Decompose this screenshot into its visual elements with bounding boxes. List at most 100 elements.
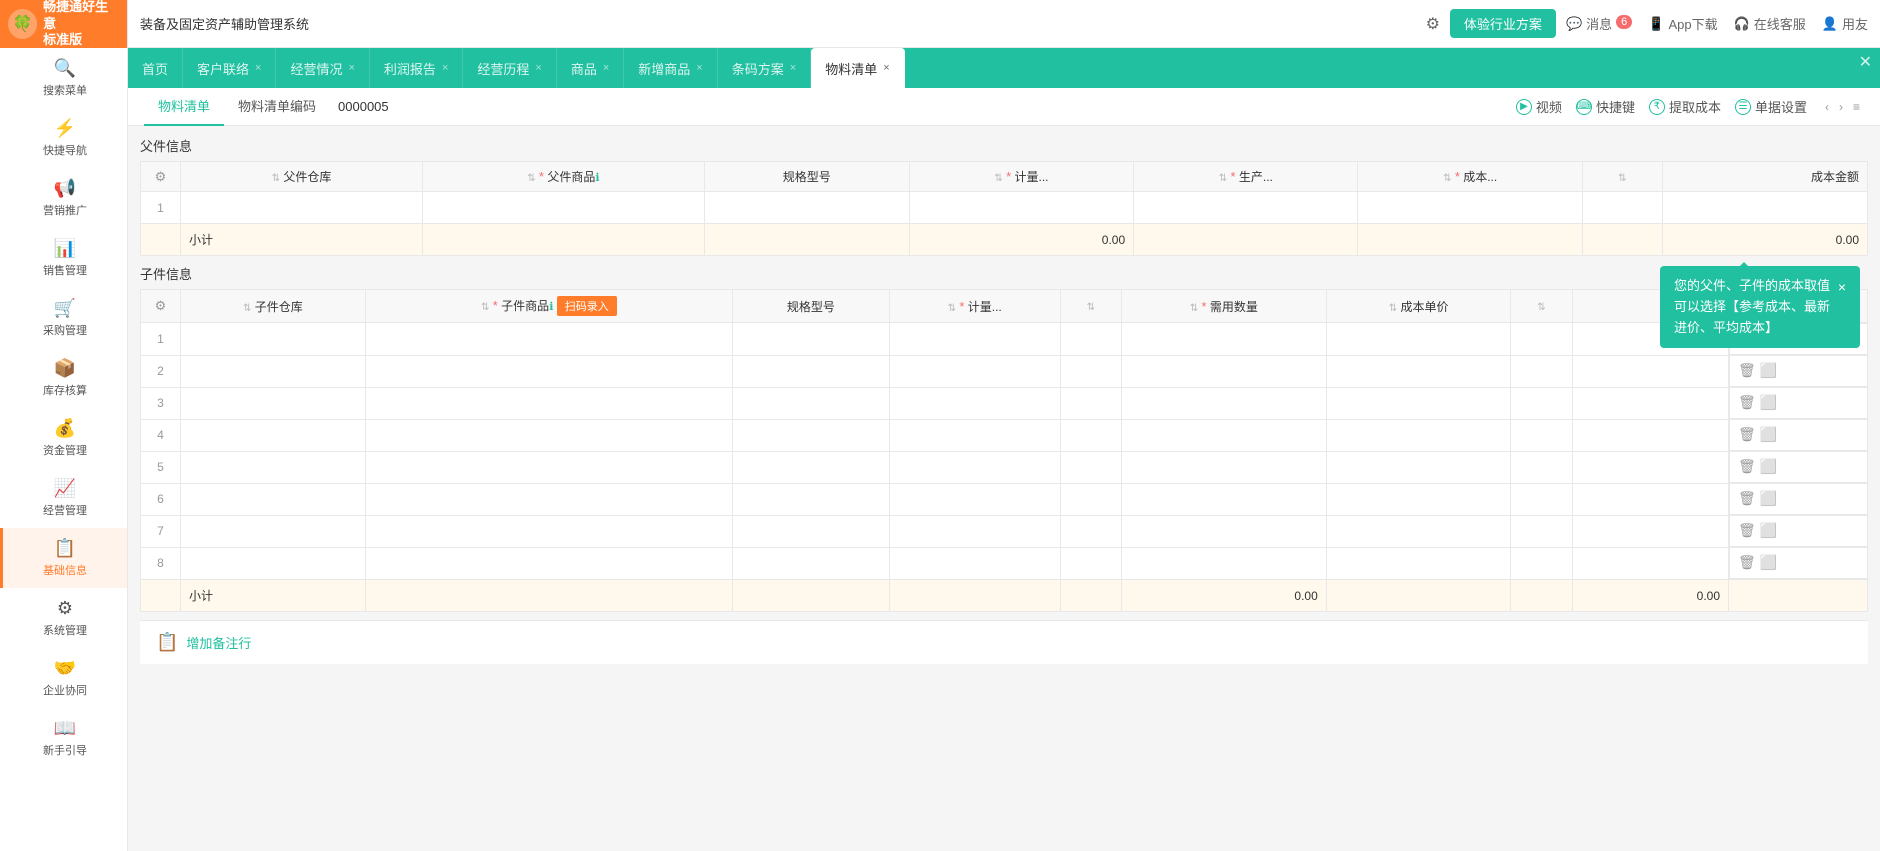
subnav-item-bill[interactable]: 物料清单 [144,88,224,126]
tab-close-icon[interactable]: × [603,62,609,74]
nav-icon: ⚡ [54,118,76,139]
parent-table: ⚙ ⇅ 父件仓库 ⇅ * 父件商品ℹ 规格型号 ⇅ * 计量... ⇅ * 生产… [140,161,1868,256]
child-row-7: 7 🗑 ⬜ [141,515,1868,547]
sidebar-nav-item-经营管理[interactable]: 📈 经营管理 [0,468,127,528]
trial-button[interactable]: 体验行业方案 [1450,9,1556,38]
app-download-label: App下载 [1668,14,1717,33]
tooltip-close-btn[interactable]: × [1838,276,1846,298]
nav-icon: 🛒 [54,298,76,319]
scan-input-button[interactable]: 扫码录入 [557,296,617,316]
tooltip-text: 您的父件、子件的成本取值可以选择【参考成本、最新进价、平均成本】 [1674,278,1830,335]
tab-close-icon[interactable]: × [442,62,448,74]
copy-icon[interactable]: ⬜ [1760,490,1777,508]
prev-page-btn[interactable]: ‹ [1821,98,1833,116]
tab-商品[interactable]: 商品 × [557,48,624,88]
nav-label: 企业协同 [43,682,87,698]
user-item[interactable]: 👤 用友 [1822,14,1868,33]
parent-subtotal-row: 小计 0.00 0.00 [141,224,1868,256]
child-th-warehouse: ⇅ 子件仓库 [181,290,366,323]
child-subtotal-row: 小计 0.00 0.00 [141,580,1868,612]
tab-客户联络[interactable]: 客户联络 × [183,48,276,88]
topbar: 装备及固定资产辅助管理系统 ⚙ 体验行业方案 💬 消息 6 📱 App下载 🎧 … [128,0,1880,48]
sidebar-nav-item-搜索菜单[interactable]: 🔍搜索菜单 [0,48,127,108]
message-label: 消息 [1586,14,1612,33]
child-row-3: 3 🗑 ⬜ [141,387,1868,419]
child-th-qty: ⇅ * 需用数量 [1121,290,1326,323]
child-th-gear[interactable]: ⚙ [141,290,181,323]
delete-icon[interactable]: 🗑 [1738,490,1756,508]
delete-icon[interactable]: 🗑 [1738,394,1756,412]
next-page-btn[interactable]: › [1835,98,1847,116]
sidebar-nav-item-库存核算[interactable]: 📦库存核算 [0,348,127,408]
delete-icon[interactable]: 🗑 [1738,426,1756,444]
tab-label: 物料清单 [825,59,877,78]
nav-icon: 📋 [54,538,76,559]
nav-label: 基础信息 [43,562,87,578]
sidebar-nav-item-系统管理[interactable]: ⚙系统管理 [0,588,127,648]
tab-close-icon[interactable]: × [790,62,796,74]
tab-close-icon[interactable]: × [535,62,541,74]
copy-icon[interactable]: ⬜ [1760,522,1777,540]
child-th-extra: ⇅ [1060,290,1121,323]
delete-icon[interactable]: 🗑 [1738,554,1756,572]
add-note-icon[interactable]: 📋 [156,632,178,653]
subnav-right-actions: ▶ 视频 ⌨ 快捷键 ₹ 提取成本 ☰ 单据设置 ‹ › ≡ [1516,97,1864,116]
sidebar-nav-item-资金管理[interactable]: 💰资金管理 [0,408,127,468]
child-th-extra2: ⇅ [1511,290,1572,323]
copy-icon[interactable]: ⬜ [1760,554,1777,572]
sidebar-nav-item-基础信息[interactable]: 📋 基础信息 [0,528,127,588]
message-badge: 6 [1616,15,1632,29]
video-action[interactable]: ▶ 视频 [1516,97,1562,116]
sidebar-nav-item-快捷导航[interactable]: ⚡快捷导航 [0,108,127,168]
nav-label: 销售管理 [43,262,87,278]
copy-icon[interactable]: ⬜ [1760,362,1777,380]
tab-首页[interactable]: 首页 [128,48,183,88]
tab-新增商品[interactable]: 新增商品 × [624,48,717,88]
menu-page-btn[interactable]: ≡ [1849,98,1864,116]
subnav-item-code[interactable]: 物料清单编码 [224,88,330,126]
sidebar-logo: 🍀 畅捷通好生意 标准版 [0,0,127,48]
tab-label: 客户联络 [197,59,249,78]
nav-icon: 🔍 [54,58,76,79]
nav-icon: 📈 [54,478,76,499]
sidebar-nav-item-营销推广[interactable]: 📢营销推广 [0,168,127,228]
sidebar-nav-item-销售管理[interactable]: 📊销售管理 [0,228,127,288]
parent-th-warehouse: ⇅ 父件仓库 [181,162,423,192]
extract-cost-action[interactable]: ₹ 提取成本 [1649,97,1721,116]
sidebar-nav-item-企业协同[interactable]: 🤝企业协同 [0,648,127,708]
tab-close-icon[interactable]: × [696,62,702,74]
tab-close-icon[interactable]: × [348,62,354,74]
logo-text: 畅捷通好生意 标准版 [43,0,119,49]
copy-icon[interactable]: ⬜ [1760,458,1777,476]
app-download-item[interactable]: 📱 App下载 [1648,14,1717,33]
bill-settings-action[interactable]: ☰ 单据设置 [1735,97,1807,116]
parent-th-amount: 成本金额 [1662,162,1867,192]
tab-条码方案[interactable]: 条码方案 × [718,48,811,88]
parent-section-title: 父件信息 [140,136,1868,155]
copy-icon[interactable]: ⬜ [1760,394,1777,412]
tab-经营情况[interactable]: 经营情况 × [276,48,369,88]
tab-close-icon[interactable]: × [883,62,889,74]
delete-icon[interactable]: 🗑 [1738,362,1756,380]
child-th-unit: ⇅ * 计量... [889,290,1060,323]
sidebar-nav-item-采购管理[interactable]: 🛒采购管理 [0,288,127,348]
tab-close-icon[interactable]: × [255,62,261,74]
hotkey-action[interactable]: ⌨ 快捷键 [1576,97,1635,116]
nav-label: 经营管理 [43,502,87,518]
settings-icon[interactable]: ⚙ [1426,14,1440,34]
online-service-item[interactable]: 🎧 在线客服 [1734,14,1806,33]
window-close-icon[interactable]: ✕ [1851,48,1880,76]
sidebar-nav-item-新手引导[interactable]: 📖新手引导 [0,708,127,768]
tab-经营历程[interactable]: 经营历程 × [463,48,556,88]
copy-icon[interactable]: ⬜ [1760,426,1777,444]
tab-利润报告[interactable]: 利润报告 × [370,48,463,88]
sidebar: 🍀 畅捷通好生意 标准版 🔍搜索菜单⚡快捷导航📢营销推广📊销售管理🛒采购管理📦库… [0,0,128,851]
parent-th-gear[interactable]: ⚙ [141,162,181,192]
tab-物料清单[interactable]: 物料清单 × [811,48,904,88]
add-note-label[interactable]: 增加备注行 [186,633,251,652]
child-section-title: 子件信息 [140,264,1868,283]
cost-tooltip: × 您的父件、子件的成本取值可以选择【参考成本、最新进价、平均成本】 [1660,266,1860,348]
message-item[interactable]: 💬 消息 6 [1566,14,1632,33]
delete-icon[interactable]: 🗑 [1738,458,1756,476]
delete-icon[interactable]: 🗑 [1738,522,1756,540]
